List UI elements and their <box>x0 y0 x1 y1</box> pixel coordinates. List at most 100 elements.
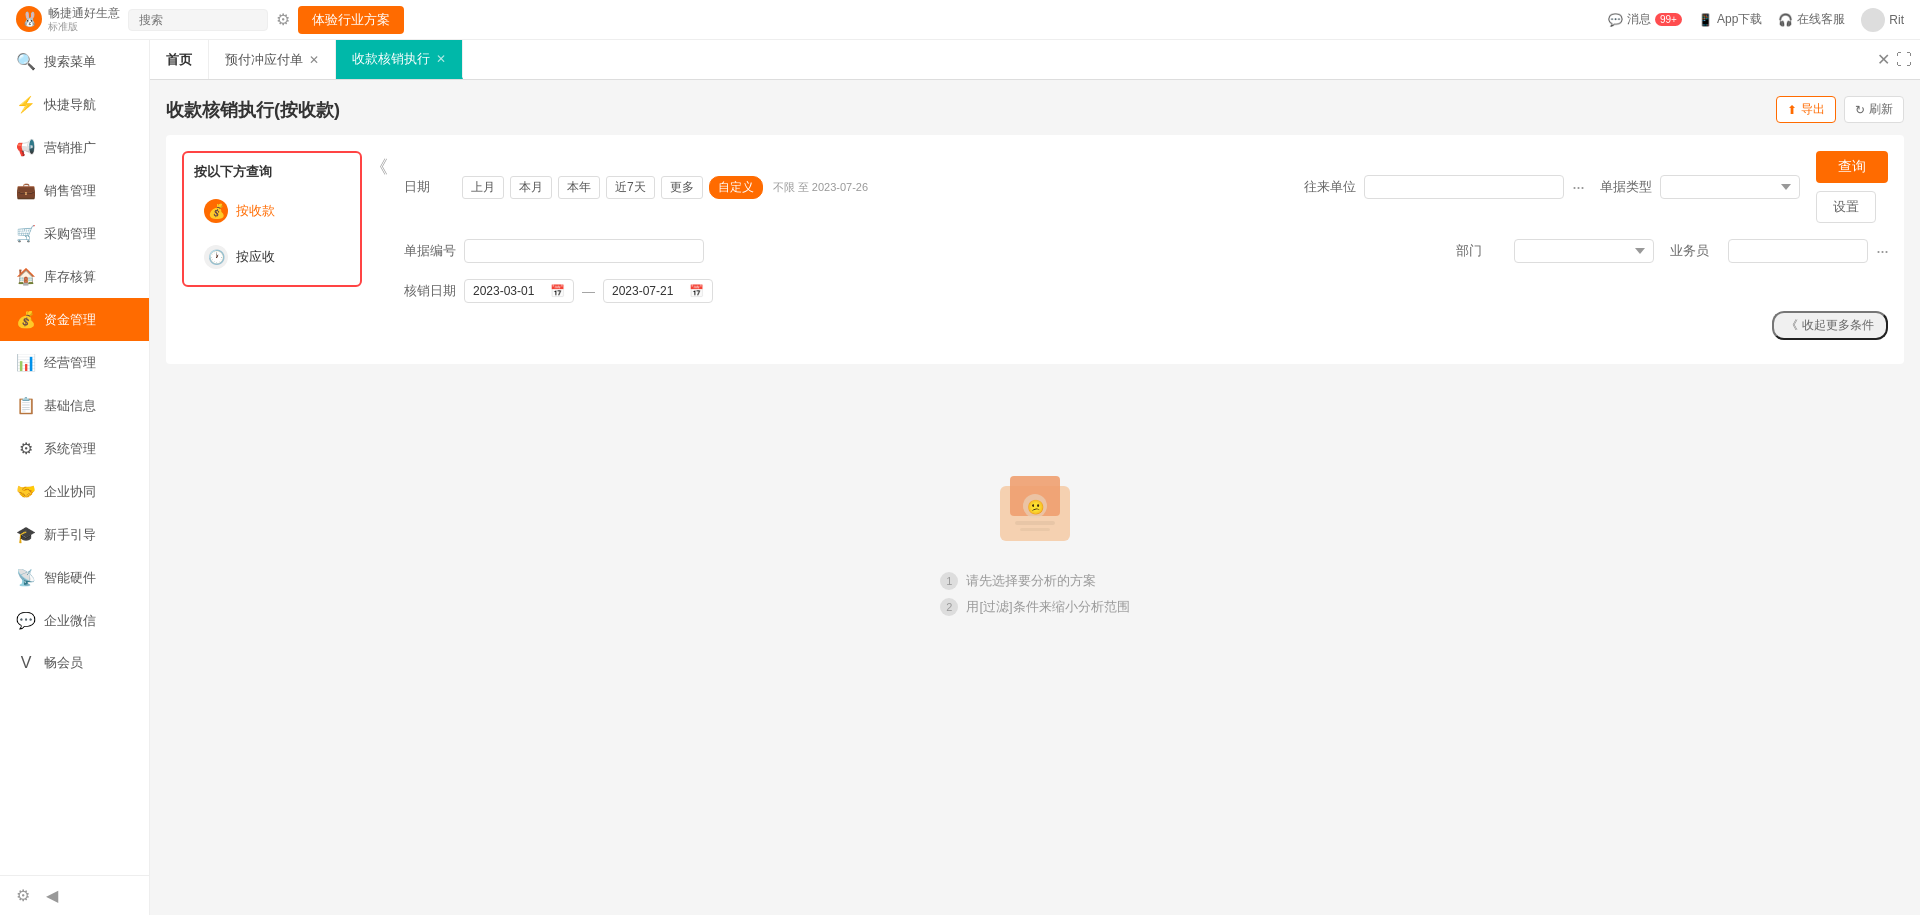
tab-prepay-close-icon[interactable]: ✕ <box>309 53 319 67</box>
tab-home[interactable]: 首页 <box>150 40 209 79</box>
sidebar-item-funds[interactable]: 💰 资金管理 <box>0 298 149 341</box>
sidebar-bottom: ⚙ ◀ <box>0 875 149 915</box>
page-titlebar: 收款核销执行(按收款) ⬆ 导出 ↻ 刷新 <box>166 96 1904 123</box>
sidebar-item-sales[interactable]: 💼 销售管理 <box>0 169 149 212</box>
message-icon: 💬 <box>1608 13 1623 27</box>
sidebar-item-guide[interactable]: 🎓 新手引导 <box>0 513 149 556</box>
filter-left: 按以下方查询 💰 按收款 🕐 按应收 <box>182 151 362 287</box>
staff-label: 业务员 <box>1670 242 1720 260</box>
topbar-search-input[interactable] <box>128 9 268 31</box>
tab-collection-close-icon[interactable]: ✕ <box>436 52 446 66</box>
date-btn-this-year[interactable]: 本年 <box>558 176 600 199</box>
wechat-icon: 💬 <box>16 611 36 630</box>
empty-tip-1: 1 请先选择要分析的方案 <box>940 572 1129 590</box>
dept-select[interactable] <box>1514 239 1654 263</box>
voucher-no-field: 单据编号 <box>404 239 704 263</box>
verify-date-start-input[interactable]: 2023-03-01 📅 <box>464 279 574 303</box>
filter-row-1: 日期 上月 本月 本年 近7天 更多 自定义 不限 至 2023-07- <box>404 151 1888 223</box>
filter-option-by-receipt[interactable]: 💰 按收款 <box>194 193 350 229</box>
voucher-type-field: 单据类型 <box>1600 175 1800 199</box>
expand-tab-button[interactable]: ⛶ <box>1896 51 1912 69</box>
business-icon: 📊 <box>16 353 36 372</box>
verify-date-end-input[interactable]: 2023-07-21 📅 <box>603 279 713 303</box>
close-tab-button[interactable]: ✕ <box>1877 50 1890 69</box>
voucher-type-select[interactable] <box>1660 175 1800 199</box>
sidebar-item-business[interactable]: 📊 经营管理 <box>0 341 149 384</box>
export-button[interactable]: ⬆ 导出 <box>1776 96 1836 123</box>
date-btn-custom[interactable]: 自定义 <box>709 176 763 199</box>
quicknav-icon: ⚡ <box>16 95 36 114</box>
settings-bottom-icon[interactable]: ⚙ <box>16 886 30 905</box>
sidebar-item-label: 智能硬件 <box>44 569 96 587</box>
tab-prepay-label: 预付冲应付单 <box>225 51 303 69</box>
filter-options: 💰 按收款 🕐 按应收 <box>194 193 350 275</box>
search-icon: 🔍 <box>16 52 36 71</box>
date-btn-last-month[interactable]: 上月 <box>462 176 504 199</box>
sidebar-item-label: 系统管理 <box>44 440 96 458</box>
verify-date-label: 核销日期 <box>404 282 456 300</box>
svg-rect-4 <box>1015 521 1055 525</box>
sidebar-item-hardware[interactable]: 📡 智能硬件 <box>0 556 149 599</box>
date-btn-this-month[interactable]: 本月 <box>510 176 552 199</box>
counterparty-dots-icon[interactable]: ··· <box>1572 177 1584 198</box>
sidebar-item-wechat[interactable]: 💬 企业微信 <box>0 599 149 642</box>
sidebar-item-marketing[interactable]: 📢 营销推广 <box>0 126 149 169</box>
sidebar-item-inventory[interactable]: 🏠 库存核算 <box>0 255 149 298</box>
collapse-sidebar-icon[interactable]: ◀ <box>46 886 58 905</box>
username-label: Rit <box>1889 13 1904 27</box>
svg-text:😕: 😕 <box>1027 499 1045 516</box>
voucher-no-input[interactable] <box>464 239 704 263</box>
sidebar-item-quicknav[interactable]: ⚡ 快捷导航 <box>0 83 149 126</box>
marketing-icon: 📢 <box>16 138 36 157</box>
logo-badge: 标准版 <box>48 21 120 33</box>
export-label: 导出 <box>1801 101 1825 118</box>
sidebar-item-label: 新手引导 <box>44 526 96 544</box>
sidebar-item-member[interactable]: V 畅会员 <box>0 642 149 684</box>
collapse-icon: 《 <box>1786 317 1798 334</box>
page-title: 收款核销执行(按收款) <box>166 98 340 122</box>
logo-icon: 🐰 <box>16 6 42 32</box>
filter-row-3: 核销日期 2023-03-01 📅 — 2023-07-21 📅 <box>404 279 1888 303</box>
tip-text-1: 请先选择要分析的方案 <box>966 572 1096 590</box>
tip-num-1: 1 <box>940 572 958 590</box>
collapse-label: 收起更多条件 <box>1802 317 1874 334</box>
filter-option-receivable-label: 按应收 <box>236 248 275 266</box>
sidebar-item-label: 经营管理 <box>44 354 96 372</box>
date-label: 日期 <box>404 178 454 196</box>
service-icon: 🎧 <box>1778 13 1793 27</box>
tab-collection[interactable]: 收款核销执行 ✕ <box>336 40 463 79</box>
tab-prepay[interactable]: 预付冲应付单 ✕ <box>209 40 336 79</box>
sidebar: 🔍 搜索菜单 ⚡ 快捷导航 📢 营销推广 💼 销售管理 🛒 采购管理 🏠 库存核… <box>0 40 150 915</box>
staff-dots-icon[interactable]: ··· <box>1876 241 1888 262</box>
refresh-label: 刷新 <box>1869 101 1893 118</box>
setting-button[interactable]: 设置 <box>1816 191 1876 223</box>
refresh-button[interactable]: ↻ 刷新 <box>1844 96 1904 123</box>
date-btn-more[interactable]: 更多 <box>661 176 703 199</box>
sidebar-item-label: 快捷导航 <box>44 96 96 114</box>
sales-icon: 💼 <box>16 181 36 200</box>
date-separator: — <box>582 284 595 299</box>
app-download-item[interactable]: 📱 App下载 <box>1698 11 1762 28</box>
query-button[interactable]: 查询 <box>1816 151 1888 183</box>
sidebar-item-search[interactable]: 🔍 搜索菜单 <box>0 40 149 83</box>
filter-collapse-icon[interactable]: 《 <box>370 155 388 179</box>
date-btn-7days[interactable]: 近7天 <box>606 176 655 199</box>
tab-home-label: 首页 <box>166 51 192 69</box>
message-item[interactable]: 💬 消息 99+ <box>1608 11 1682 28</box>
filter-option-by-receivable[interactable]: 🕐 按应收 <box>194 239 350 275</box>
guide-icon: 🎓 <box>16 525 36 544</box>
sidebar-item-purchase[interactable]: 🛒 采购管理 <box>0 212 149 255</box>
user-profile-item[interactable]: Rit <box>1861 8 1904 32</box>
basicinfo-icon: 📋 <box>16 396 36 415</box>
counterparty-input[interactable] <box>1364 175 1564 199</box>
staff-input[interactable] <box>1728 239 1868 263</box>
sidebar-item-cooperation[interactable]: 🤝 企业协同 <box>0 470 149 513</box>
gear-icon[interactable]: ⚙ <box>276 10 290 29</box>
sidebar-item-basic-info[interactable]: 📋 基础信息 <box>0 384 149 427</box>
collapse-more-button[interactable]: 《 收起更多条件 <box>1772 311 1888 340</box>
customer-service-item[interactable]: 🎧 在线客服 <box>1778 11 1845 28</box>
system-icon: ⚙ <box>16 439 36 458</box>
solution-button[interactable]: 体验行业方案 <box>298 6 404 34</box>
sidebar-item-system[interactable]: ⚙ 系统管理 <box>0 427 149 470</box>
empty-illustration: 😕 <box>985 456 1085 556</box>
